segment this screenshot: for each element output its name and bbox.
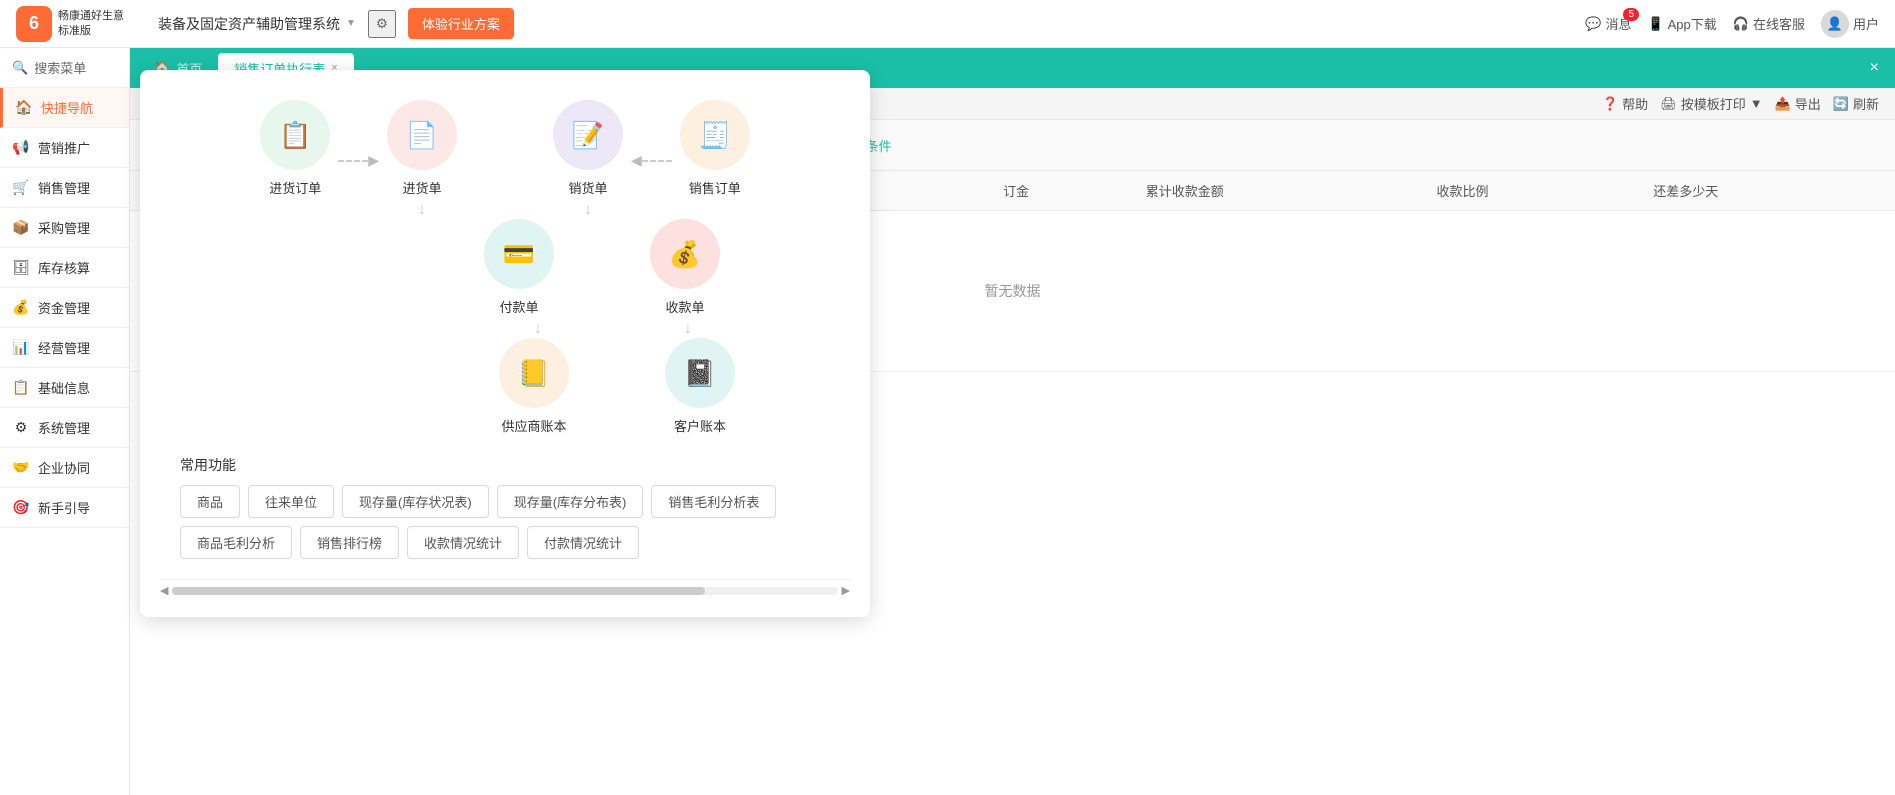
flow-item-purchase-order[interactable]: 📋 进货订单 [260, 100, 330, 197]
flow-modal: 📋 进货订单 ▶ 📄 进货单 [140, 70, 870, 617]
help-icon: ❓ [1602, 96, 1618, 112]
v-arrow-receipt: ↓ [653, 320, 723, 338]
user-menu[interactable]: 👤 用户 [1821, 10, 1879, 38]
col-收款比例: 收款比例 [1425, 171, 1642, 211]
func-btn-商品[interactable]: 商品 [180, 485, 240, 518]
supplier-ledger-icon: 📒 [518, 358, 550, 389]
sidebar-item-quick_nav[interactable]: 🏠快捷导航 [0, 88, 129, 128]
flow-item-sales-order[interactable]: 🧾 销售订单 [680, 100, 750, 197]
func-btn-销售毛利分析表[interactable]: 销售毛利分析表 [651, 485, 776, 518]
sidebar-icon-marketing: 📢 [12, 139, 30, 156]
flow-item-customer-ledger[interactable]: 📓 客户账本 [665, 338, 735, 435]
download-icon: 📱 [1647, 16, 1663, 32]
func-buttons-container: 商品往来单位现存量(库存状况表)现存量(库存分布表)销售毛利分析表商品毛利分析销… [180, 485, 830, 559]
sidebar-icon-inventory: 🗄 [12, 259, 30, 276]
sidebar-item-purchase[interactable]: 📦采购管理 [0, 208, 129, 248]
logo-icon: 6 [16, 6, 52, 42]
export-button[interactable]: 📤 导出 [1775, 94, 1821, 113]
sales-order-icon: 🧾 [699, 120, 731, 151]
sidebar-item-inventory[interactable]: 🗄库存核算 [0, 248, 129, 288]
tab-bar-close-button[interactable]: × [1862, 55, 1887, 81]
func-btn-商品毛利分析[interactable]: 商品毛利分析 [180, 526, 292, 559]
message-badge: 5 [1623, 8, 1639, 21]
col-订金: 订金 [991, 171, 1134, 211]
func-btn-收款情况统计[interactable]: 收款情况统计 [407, 526, 519, 559]
refresh-button[interactable]: 🔄 刷新 [1833, 94, 1879, 113]
purchase-order-icon: 📋 [279, 120, 311, 151]
settings-button[interactable]: ⚙ [368, 10, 396, 38]
sidebar-icon-quick_nav: 🏠 [15, 99, 33, 116]
modal-scrollbar[interactable]: ◀ ▶ [160, 579, 850, 597]
receipt-icon: 💰 [669, 239, 701, 270]
col-还差多少天: 还差多少天 [1641, 171, 1895, 211]
logo-area: 6 畅康通好生意 标准版 [16, 6, 146, 42]
experience-button[interactable]: 体验行业方案 [408, 8, 514, 39]
v-arrow-purchase: ↓ [387, 201, 457, 219]
common-functions-section: 常用功能 商品往来单位现存量(库存状况表)现存量(库存分布表)销售毛利分析表商品… [160, 443, 850, 571]
help-button[interactable]: ❓ 帮助 [1602, 94, 1648, 113]
sidebar-icon-system: ⚙ [12, 419, 30, 436]
sidebar-icon-newbie: 🎯 [12, 499, 30, 516]
flow-item-sales-bill[interactable]: 📝 销货单 [553, 100, 623, 197]
sidebar-item-enterprise[interactable]: 🤝企业协同 [0, 448, 129, 488]
sidebar-item-basic_info[interactable]: 📋基础信息 [0, 368, 129, 408]
func-btn-付款情况统计[interactable]: 付款情况统计 [527, 526, 639, 559]
scroll-left-arrow[interactable]: ◀ [160, 584, 168, 597]
func-btn-现存量(库存状况表)[interactable]: 现存量(库存状况表) [342, 485, 489, 518]
arrow-1: ▶ [338, 152, 379, 197]
common-functions-title: 常用功能 [180, 455, 830, 475]
search-icon: 🔍 [12, 60, 28, 76]
col-累计收款金额: 累计收款金额 [1134, 171, 1425, 211]
flow-item-supplier-ledger[interactable]: 📒 供应商账本 [499, 338, 569, 435]
payment-icon: 💳 [503, 239, 535, 270]
logo-text: 畅康通好生意 标准版 [58, 9, 124, 38]
purchase-bill-icon: 📄 [406, 120, 438, 151]
sidebar-item-sales[interactable]: 🛒销售管理 [0, 168, 129, 208]
sales-bill-icon: 📝 [572, 120, 604, 151]
flow-item-payment[interactable]: 💳 付款单 [484, 219, 554, 316]
sidebar-icon-purchase: 📦 [12, 219, 30, 236]
sidebar-icon-operations: 📊 [12, 339, 30, 356]
print-dropdown-icon: ▼ [1750, 96, 1763, 111]
customer-ledger-icon: 📓 [684, 358, 716, 389]
export-icon: 📤 [1775, 96, 1791, 112]
sidebar-icon-enterprise: 🤝 [12, 459, 30, 476]
app-download-button[interactable]: 📱 App下载 [1647, 14, 1716, 33]
sidebar-icon-basic_info: 📋 [12, 379, 30, 396]
sidebar-item-finance[interactable]: 💰资金管理 [0, 288, 129, 328]
service-icon: 🎧 [1733, 16, 1749, 32]
avatar: 👤 [1821, 10, 1849, 38]
scroll-thumb[interactable] [172, 587, 704, 595]
sidebar-item-newbie[interactable]: 🎯新手引导 [0, 488, 129, 528]
v-arrow-sales: ↓ [553, 201, 623, 219]
search-menu-button[interactable]: 🔍 搜索菜单 [0, 48, 129, 88]
online-service-button[interactable]: 🎧 在线客服 [1733, 14, 1805, 33]
scroll-track[interactable] [172, 587, 837, 595]
func-btn-销售排行榜[interactable]: 销售排行榜 [300, 526, 399, 559]
sidebar-item-operations[interactable]: 📊经营管理 [0, 328, 129, 368]
v-arrow-payment: ↓ [503, 320, 573, 338]
message-icon: 💬 [1585, 16, 1601, 32]
dropdown-arrow-icon[interactable]: ▼ [346, 18, 356, 29]
sidebar-icon-finance: 💰 [12, 299, 30, 316]
func-btn-往来单位[interactable]: 往来单位 [248, 485, 334, 518]
arrow-2: ◀ [631, 152, 672, 197]
sidebar-icon-sales: 🛒 [12, 179, 30, 196]
sidebar-item-marketing[interactable]: 📢营销推广 [0, 128, 129, 168]
message-button[interactable]: 💬 消息 5 [1585, 14, 1631, 33]
func-btn-现存量(库存分布表)[interactable]: 现存量(库存分布表) [497, 485, 644, 518]
print-button[interactable]: 🖨 按模板打印 ▼ [1660, 94, 1762, 113]
flow-item-purchase-bill[interactable]: 📄 进货单 [387, 100, 457, 197]
system-title: 装备及固定资产辅助管理系统 ▼ [158, 14, 356, 34]
flow-item-receipt[interactable]: 💰 收款单 [650, 219, 720, 316]
print-icon: 🖨 [1660, 96, 1677, 112]
refresh-icon: 🔄 [1833, 96, 1849, 112]
scroll-right-arrow[interactable]: ▶ [842, 584, 850, 597]
sidebar-item-system[interactable]: ⚙系统管理 [0, 408, 129, 448]
